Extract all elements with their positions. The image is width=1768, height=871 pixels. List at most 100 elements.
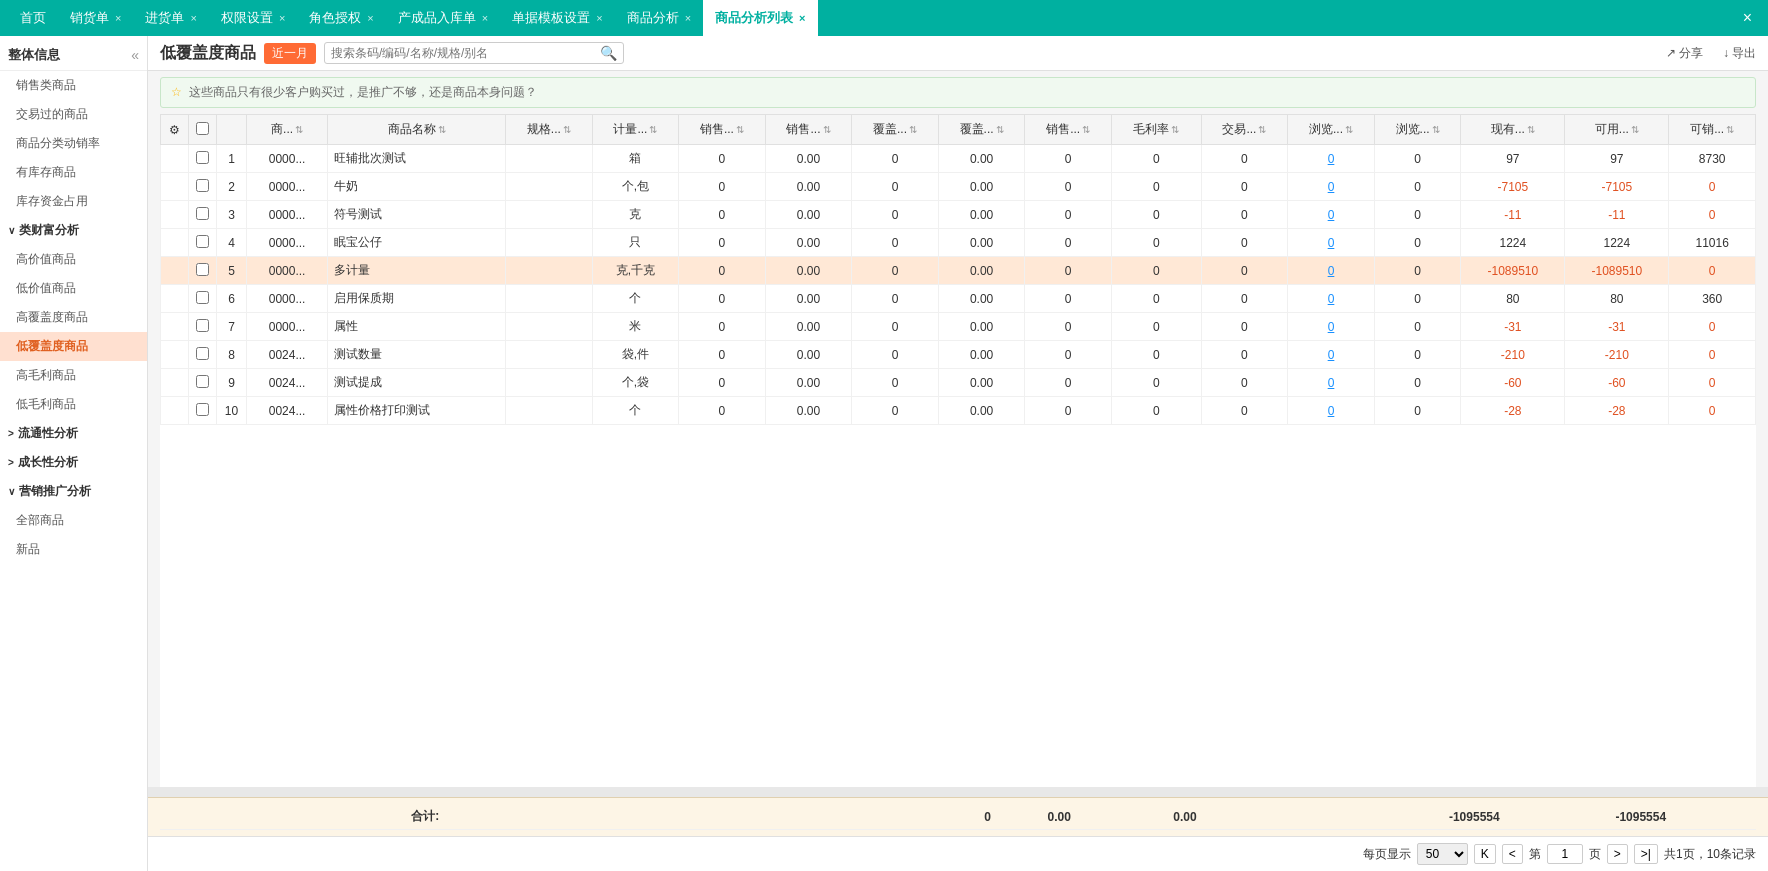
- search-input[interactable]: [331, 46, 596, 60]
- browse1-cell[interactable]: 0: [1288, 173, 1375, 201]
- row-checkbox-cell[interactable]: [189, 201, 217, 229]
- sales-qty-column-header[interactable]: 销售...⇅: [679, 115, 766, 145]
- sidebar-item-category-rate[interactable]: 商品分类动销率: [0, 129, 147, 158]
- close-production-tab[interactable]: ×: [482, 0, 488, 36]
- prev-page-button[interactable]: <: [1502, 844, 1523, 864]
- trade-column-header[interactable]: 交易...⇅: [1201, 115, 1288, 145]
- last-page-button[interactable]: >|: [1634, 844, 1658, 864]
- nav-tab-purchase[interactable]: 进货单 ×: [133, 0, 208, 36]
- settings-column-header[interactable]: ⚙: [161, 115, 189, 145]
- browse1-cell[interactable]: 0: [1288, 341, 1375, 369]
- sidebar-item-stocked-goods[interactable]: 有库存商品: [0, 158, 147, 187]
- sidebar-item-high-value[interactable]: 高价值商品: [0, 245, 147, 274]
- row-checkbox-cell[interactable]: [189, 397, 217, 425]
- row-checkbox[interactable]: [196, 347, 209, 360]
- share-button[interactable]: ↗ 分享: [1666, 45, 1703, 62]
- row-checkbox[interactable]: [196, 151, 209, 164]
- name-column-header[interactable]: 商品名称⇅: [328, 115, 506, 145]
- browse1-cell[interactable]: 0: [1288, 201, 1375, 229]
- close-analysis-list-tab[interactable]: ×: [799, 0, 805, 36]
- export-button[interactable]: ↓ 导出: [1723, 45, 1756, 62]
- row-checkbox[interactable]: [196, 235, 209, 248]
- select-all-checkbox[interactable]: [196, 122, 209, 135]
- sidebar-item-all-goods[interactable]: 全部商品: [0, 506, 147, 535]
- cover1-column-header[interactable]: 覆盖...⇅: [852, 115, 939, 145]
- browse1-cell[interactable]: 0: [1288, 313, 1375, 341]
- browse1-cell[interactable]: 0: [1288, 145, 1375, 173]
- browse1-cell[interactable]: 0: [1288, 257, 1375, 285]
- row-checkbox[interactable]: [196, 375, 209, 388]
- close-roles-tab[interactable]: ×: [367, 0, 373, 36]
- close-permissions-tab[interactable]: ×: [279, 0, 285, 36]
- row-checkbox-cell[interactable]: [189, 229, 217, 257]
- close-template-tab[interactable]: ×: [596, 0, 602, 36]
- page-number-input[interactable]: [1547, 844, 1583, 864]
- nav-tab-home[interactable]: 首页: [8, 0, 58, 36]
- row-checkbox-cell[interactable]: [189, 341, 217, 369]
- row-checkbox[interactable]: [196, 403, 209, 416]
- sidebar-collapse-button[interactable]: «: [131, 47, 139, 63]
- sidebar-item-low-coverage[interactable]: 低覆盖度商品: [0, 332, 147, 361]
- sales-qty-cell: 0: [679, 369, 766, 397]
- sales-amt-column-header[interactable]: 销售...⇅: [765, 115, 852, 145]
- spec-column-header[interactable]: 规格...⇅: [506, 115, 593, 145]
- close-sales-tab[interactable]: ×: [115, 0, 121, 36]
- row-checkbox-cell[interactable]: [189, 285, 217, 313]
- browse1-cell[interactable]: 0: [1288, 229, 1375, 257]
- window-close-button[interactable]: ×: [1735, 9, 1760, 27]
- sidebar-section-wealth[interactable]: ∨ 类财富分析: [0, 216, 147, 245]
- sidebar-item-new-goods[interactable]: 新品: [0, 535, 147, 564]
- row-checkbox[interactable]: [196, 207, 209, 220]
- nav-tab-analysis-list[interactable]: 商品分析列表 ×: [703, 0, 817, 36]
- sidebar-section-growth[interactable]: > 成长性分析: [0, 448, 147, 477]
- row-checkbox[interactable]: [196, 291, 209, 304]
- checkbox-column-header[interactable]: [189, 115, 217, 145]
- nav-tab-permissions[interactable]: 权限设置 ×: [209, 0, 297, 36]
- cover2-column-header[interactable]: 覆盖...⇅: [938, 115, 1025, 145]
- horizontal-scrollbar[interactable]: [148, 787, 1768, 797]
- index-cell: 10: [217, 397, 247, 425]
- sellable-column-header[interactable]: 可销...⇅: [1669, 115, 1756, 145]
- sidebar-item-high-coverage[interactable]: 高覆盖度商品: [0, 303, 147, 332]
- sidebar-item-capital-occupy[interactable]: 库存资金占用: [0, 187, 147, 216]
- sidebar-section-marketing[interactable]: ∨ 营销推广分析: [0, 477, 147, 506]
- row-checkbox-cell[interactable]: [189, 369, 217, 397]
- page-size-select[interactable]: 50 100 200: [1417, 843, 1468, 865]
- sidebar-item-low-margin[interactable]: 低毛利商品: [0, 390, 147, 419]
- unit-column-header[interactable]: 计量...⇅: [592, 115, 679, 145]
- available-column-header[interactable]: 可用...⇅: [1565, 115, 1669, 145]
- nav-tab-production[interactable]: 产成品入库单 ×: [386, 0, 500, 36]
- nav-tab-template[interactable]: 单据模板设置 ×: [500, 0, 614, 36]
- row-checkbox-cell[interactable]: [189, 145, 217, 173]
- browse1-cell[interactable]: 0: [1288, 397, 1375, 425]
- close-purchase-tab[interactable]: ×: [190, 0, 196, 36]
- row-checkbox-cell[interactable]: [189, 257, 217, 285]
- sidebar-item-high-margin[interactable]: 高毛利商品: [0, 361, 147, 390]
- current-column-header[interactable]: 现有...⇅: [1461, 115, 1565, 145]
- margin-rate-column-header[interactable]: 毛利率⇅: [1111, 115, 1201, 145]
- row-checkbox-cell[interactable]: [189, 173, 217, 201]
- row-checkbox-cell[interactable]: [189, 313, 217, 341]
- browse2-cell: 0: [1374, 229, 1461, 257]
- close-analysis-tab[interactable]: ×: [685, 0, 691, 36]
- period-button[interactable]: 近一月: [264, 43, 316, 64]
- row-checkbox[interactable]: [196, 179, 209, 192]
- nav-tab-analysis[interactable]: 商品分析 ×: [615, 0, 703, 36]
- code-column-header[interactable]: 商...⇅: [247, 115, 328, 145]
- browse1-column-header[interactable]: 浏览...⇅: [1288, 115, 1375, 145]
- browse1-cell[interactable]: 0: [1288, 285, 1375, 313]
- sidebar-section-circulation[interactable]: > 流通性分析: [0, 419, 147, 448]
- nav-tab-roles[interactable]: 角色授权 ×: [297, 0, 385, 36]
- browse1-cell[interactable]: 0: [1288, 369, 1375, 397]
- search-icon[interactable]: 🔍: [600, 45, 617, 61]
- row-checkbox[interactable]: [196, 319, 209, 332]
- sidebar-item-traded-goods[interactable]: 交易过的商品: [0, 100, 147, 129]
- nav-tab-sales[interactable]: 销货单 ×: [58, 0, 133, 36]
- sidebar-item-low-value[interactable]: 低价值商品: [0, 274, 147, 303]
- row-checkbox[interactable]: [196, 263, 209, 276]
- browse2-column-header[interactable]: 浏览...⇅: [1374, 115, 1461, 145]
- next-page-button[interactable]: >: [1607, 844, 1628, 864]
- sidebar-item-sales-goods[interactable]: 销售类商品: [0, 71, 147, 100]
- sales-day-column-header[interactable]: 销售...⇅: [1025, 115, 1112, 145]
- first-page-button[interactable]: K: [1474, 844, 1496, 864]
